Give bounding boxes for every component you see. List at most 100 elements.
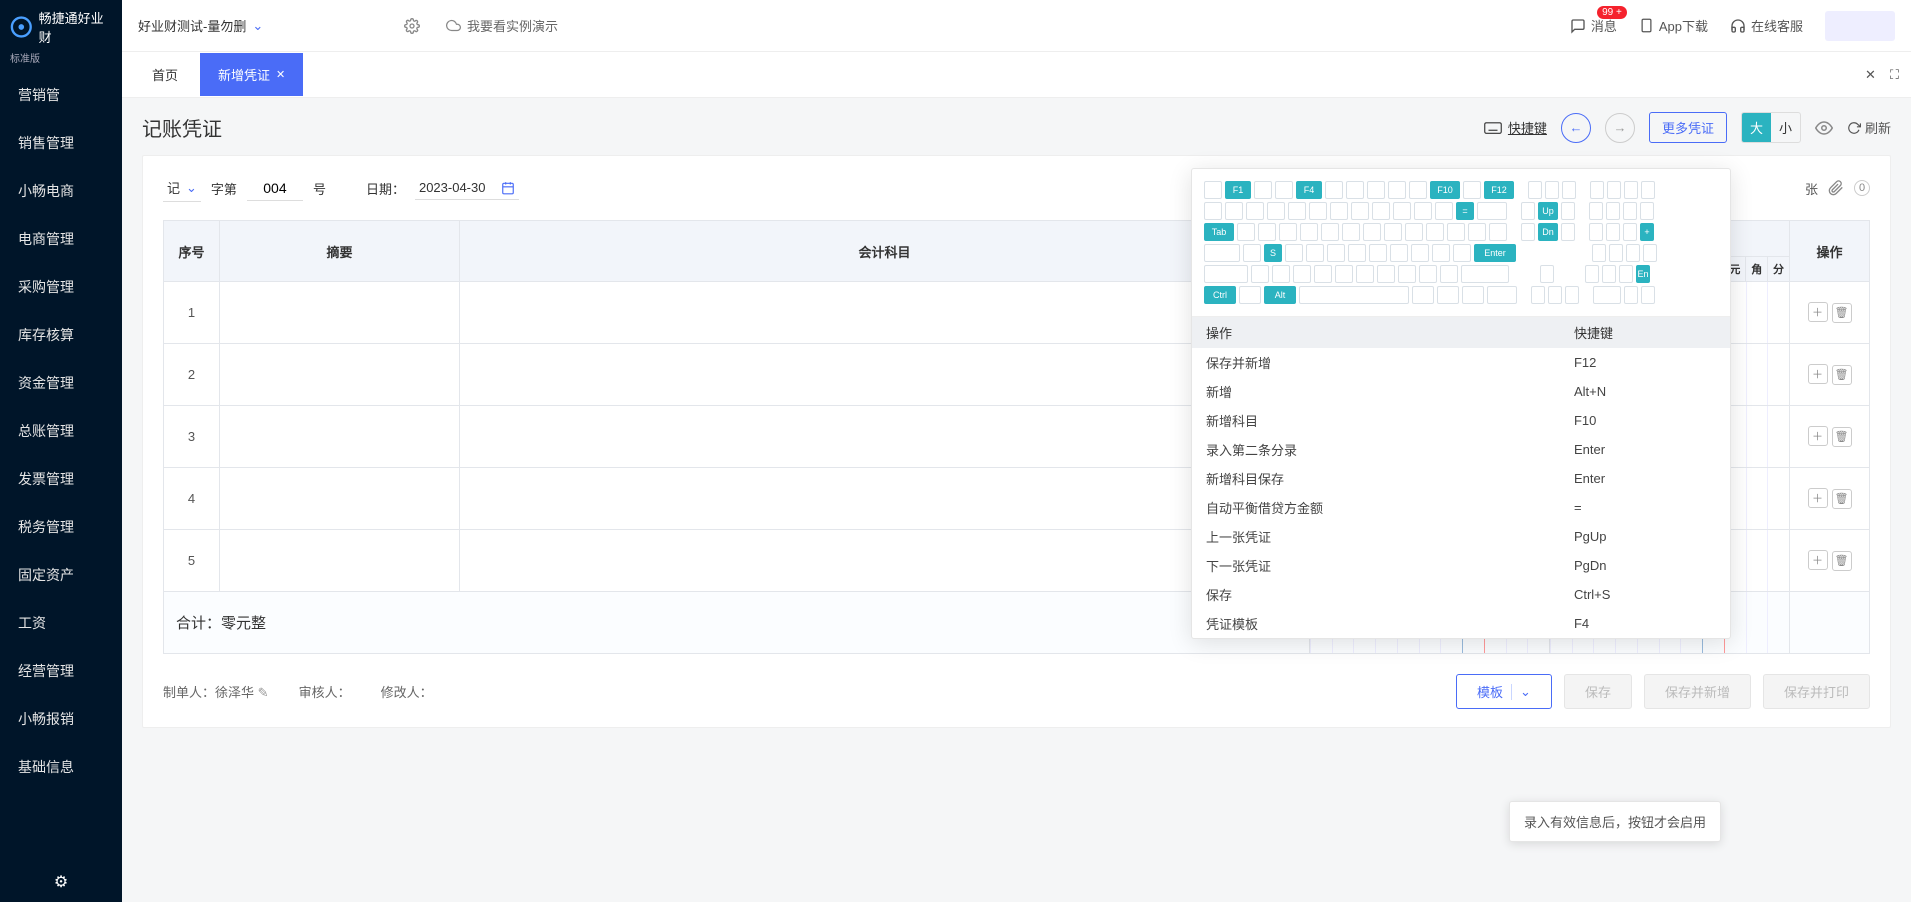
kbd-key — [1565, 286, 1579, 304]
size-toggle[interactable]: 大 小 — [1741, 112, 1801, 143]
messages-button[interactable]: 消息 99 + — [1570, 16, 1617, 35]
kbd-key: Ctrl — [1204, 286, 1236, 304]
sidebar-item-10[interactable]: 固定资产 — [0, 551, 122, 599]
kbd-key — [1540, 265, 1554, 283]
kbd-key: Tab — [1204, 223, 1234, 241]
close-tab-icon[interactable]: ✕ — [276, 68, 285, 81]
sidebar-item-4[interactable]: 采购管理 — [0, 263, 122, 311]
kbd-key — [1521, 223, 1535, 241]
kbd-key — [1309, 202, 1327, 220]
prev-voucher-button[interactable]: ← — [1561, 113, 1591, 143]
col-ops: 操作 — [1790, 221, 1870, 282]
sidebar-item-0[interactable]: 营销管 — [0, 71, 122, 119]
sidebar-item-6[interactable]: 资金管理 — [0, 359, 122, 407]
user-avatar[interactable] — [1825, 11, 1895, 41]
add-row-icon[interactable]: ＋ — [1808, 550, 1828, 570]
workspace-selector[interactable]: 好业财测试-量勿删 ⌄ — [138, 16, 398, 35]
date-picker[interactable]: 2023-04-30 — [415, 176, 520, 200]
badge-count: 99 + — [1597, 6, 1627, 19]
delete-row-icon[interactable]: 🗑 — [1832, 427, 1852, 447]
tab-new-voucher[interactable]: 新增凭证 ✕ — [200, 53, 303, 96]
fullscreen-icon[interactable]: ⛶ — [1890, 67, 1899, 83]
sidebar-item-13[interactable]: 小畅报销 — [0, 695, 122, 743]
sidebar-item-3[interactable]: 电商管理 — [0, 215, 122, 263]
sidebar-item-14[interactable]: 基础信息 — [0, 743, 122, 791]
kbd-key: F12 — [1484, 181, 1514, 199]
summary-cell[interactable] — [220, 282, 460, 344]
delete-row-icon[interactable]: 🗑 — [1832, 551, 1852, 571]
demo-link[interactable]: 我要看实例演示 — [446, 16, 558, 35]
save-new-button: 保存并新增 — [1644, 674, 1751, 709]
summary-cell[interactable] — [220, 468, 460, 530]
kbd-key — [1369, 244, 1387, 262]
kbd-key — [1461, 265, 1509, 283]
kbd-key — [1453, 244, 1471, 262]
account-cell[interactable] — [460, 530, 1310, 592]
kbd-key — [1351, 202, 1369, 220]
refresh-icon — [1847, 121, 1861, 135]
refresh-button[interactable]: 刷新 — [1847, 118, 1891, 137]
add-row-icon[interactable]: ＋ — [1808, 302, 1828, 322]
sidebar-item-11[interactable]: 工资 — [0, 599, 122, 647]
kbd-key — [1437, 286, 1459, 304]
sidebar-item-1[interactable]: 销售管理 — [0, 119, 122, 167]
sidebar-item-9[interactable]: 税务管理 — [0, 503, 122, 551]
account-cell[interactable] — [460, 344, 1310, 406]
kbd-key — [1279, 223, 1297, 241]
kbd-key: + — [1640, 223, 1654, 241]
brand-edition: 标准版 — [0, 50, 122, 71]
summary-cell[interactable] — [220, 406, 460, 468]
voucher-number-input[interactable] — [251, 180, 299, 196]
add-row-icon[interactable]: ＋ — [1808, 426, 1828, 446]
more-vouchers-button[interactable]: 更多凭证 — [1649, 112, 1727, 143]
kbd-key — [1447, 223, 1465, 241]
brand-logo: 畅捷通好业财 — [0, 0, 122, 50]
sidebar-item-8[interactable]: 发票管理 — [0, 455, 122, 503]
shortcut-toggle[interactable]: 快捷键 — [1484, 118, 1547, 137]
account-cell[interactable] — [460, 406, 1310, 468]
kbd-key — [1237, 223, 1255, 241]
delete-row-icon[interactable]: 🗑 — [1832, 489, 1852, 509]
kbd-key — [1589, 223, 1603, 241]
kbd-key — [1325, 181, 1343, 199]
summary-cell[interactable] — [220, 530, 460, 592]
total-cell: 合计：零元整 — [164, 592, 1310, 654]
edit-icon[interactable]: ✎ — [258, 685, 269, 700]
delete-row-icon[interactable]: 🗑 — [1832, 303, 1852, 323]
kbd-key — [1624, 181, 1638, 199]
kbd-key — [1487, 286, 1517, 304]
size-large[interactable]: 大 — [1742, 113, 1771, 142]
attachment-icon[interactable] — [1828, 180, 1844, 196]
voucher-type-select[interactable]: 记 ⌄ — [163, 174, 201, 202]
size-small[interactable]: 小 — [1771, 113, 1800, 142]
kbd-key — [1545, 181, 1559, 199]
kbd-key — [1327, 244, 1345, 262]
summary-cell[interactable] — [220, 344, 460, 406]
delete-row-icon[interactable]: 🗑 — [1832, 365, 1852, 385]
eye-icon[interactable] — [1815, 119, 1833, 137]
kbd-key — [1432, 244, 1450, 262]
settings-gear-icon[interactable] — [398, 12, 426, 40]
sc-op: 上一张凭证 — [1192, 522, 1560, 551]
kbd-key — [1204, 265, 1248, 283]
next-voucher-button[interactable]: → — [1605, 113, 1635, 143]
settings-icon[interactable]: ⚙ — [54, 874, 68, 891]
sidebar-item-7[interactable]: 总账管理 — [0, 407, 122, 455]
sidebar-item-2[interactable]: 小畅电商 — [0, 167, 122, 215]
account-cell[interactable] — [460, 468, 1310, 530]
kbd-key — [1440, 265, 1458, 283]
close-all-icon[interactable]: ✕ — [1865, 67, 1876, 83]
app-download-button[interactable]: App下载 — [1639, 16, 1708, 35]
template-button[interactable]: 模板⌄ — [1456, 674, 1552, 709]
sidebar-item-5[interactable]: 库存核算 — [0, 311, 122, 359]
kbd-key: S — [1264, 244, 1282, 262]
kbd-key — [1641, 181, 1655, 199]
sidebar-item-12[interactable]: 经营管理 — [0, 647, 122, 695]
tab-home[interactable]: 首页 — [134, 53, 196, 96]
account-cell[interactable] — [460, 282, 1310, 344]
sc-op: 新增 — [1192, 377, 1560, 406]
add-row-icon[interactable]: ＋ — [1808, 488, 1828, 508]
support-button[interactable]: 在线客服 — [1730, 16, 1803, 35]
headset-icon — [1730, 18, 1746, 34]
add-row-icon[interactable]: ＋ — [1808, 364, 1828, 384]
